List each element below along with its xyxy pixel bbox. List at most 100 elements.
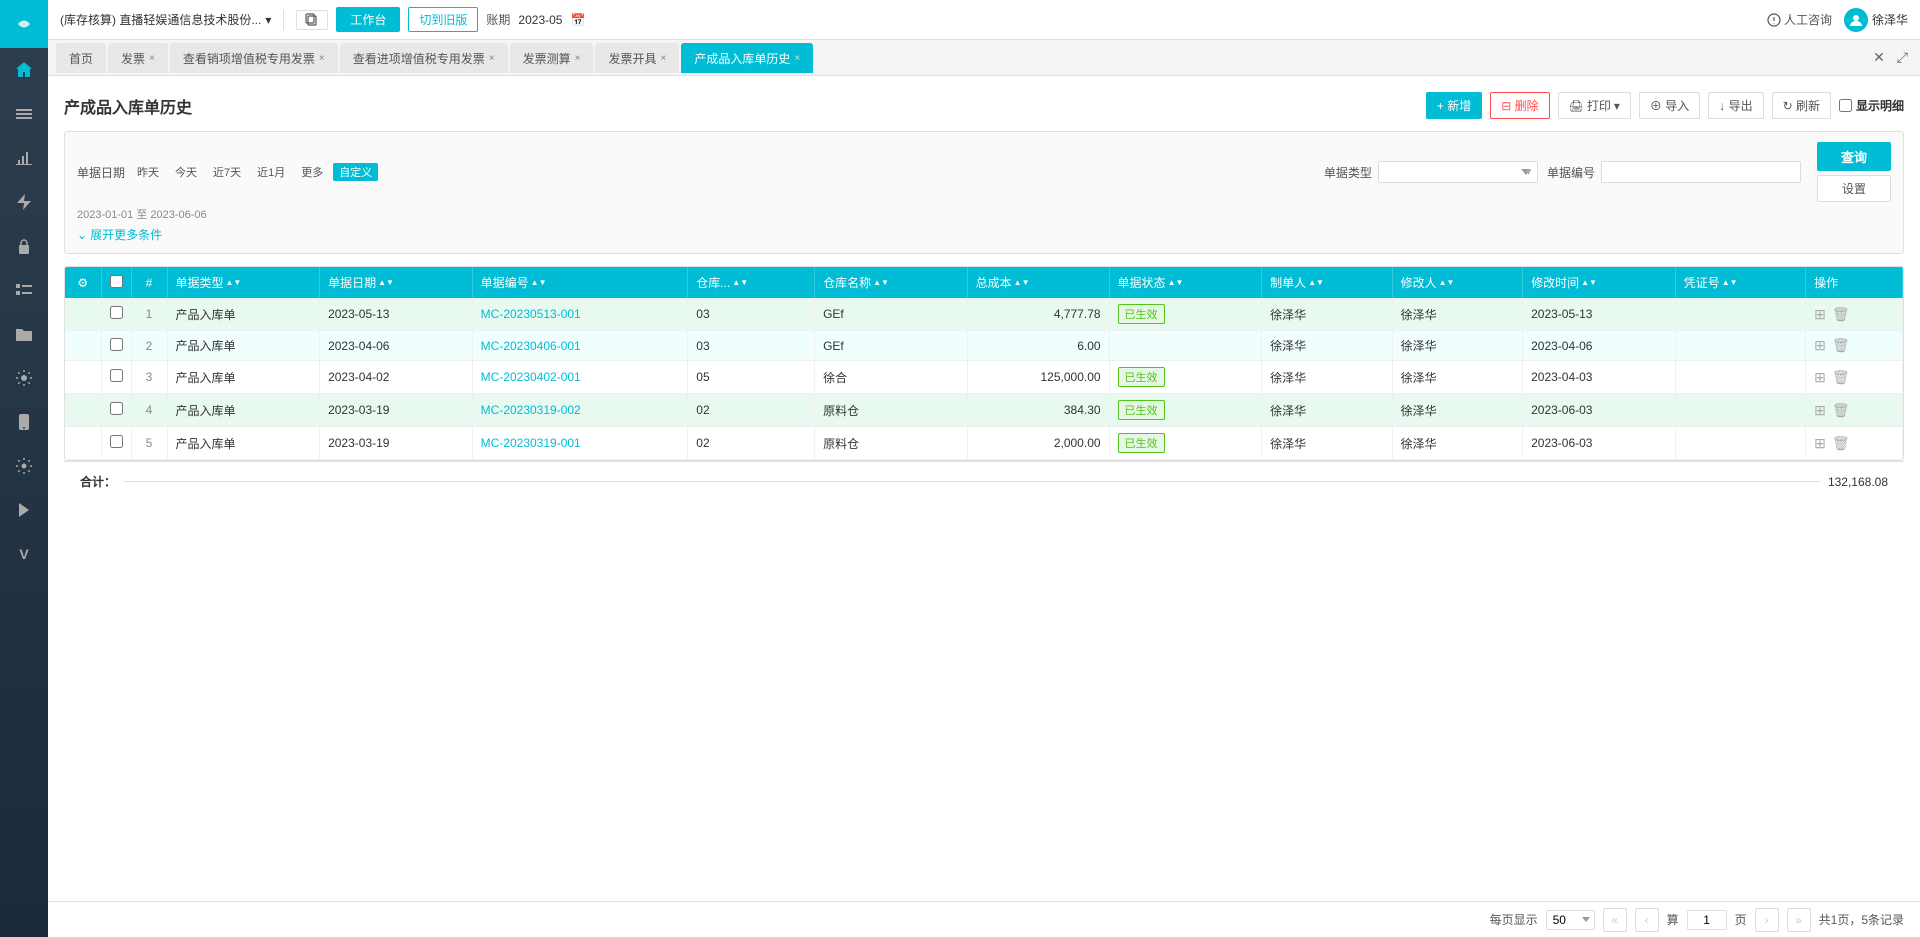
op-edit-icon-0[interactable]: ⊞ — [1814, 306, 1826, 323]
shortcut-custom[interactable]: 自定义 — [333, 163, 378, 181]
sidebar-item-tool[interactable] — [0, 356, 48, 400]
new-button[interactable]: + 新增 — [1426, 92, 1482, 119]
company-selector[interactable]: (库存核算) 直播轻娱通信息技术股份... ▾ — [60, 11, 271, 28]
op-edit-icon-3[interactable]: ⊞ — [1814, 402, 1826, 419]
cell-checkbox-1[interactable] — [101, 331, 131, 361]
cell-checkbox-2[interactable] — [101, 361, 131, 394]
import-button[interactable]: ⊕ 导入 — [1639, 92, 1700, 119]
next-page-button[interactable]: › — [1755, 908, 1779, 932]
cell-checkbox-3[interactable] — [101, 394, 131, 427]
row-checkbox-4[interactable] — [110, 435, 123, 448]
workbench-button[interactable]: 工作台 — [336, 7, 400, 32]
sidebar-item-mobile[interactable] — [0, 400, 48, 444]
calendar-icon[interactable]: 📅 — [570, 13, 585, 27]
query-button[interactable]: 查询 — [1817, 142, 1891, 171]
first-page-button[interactable]: « — [1603, 908, 1627, 932]
tab-invoice-open-close[interactable]: × — [660, 53, 666, 64]
op-delete-icon-2[interactable]: 🗑 — [1832, 369, 1850, 386]
service-button[interactable]: 人工咨询 — [1767, 11, 1832, 28]
col-modify-time[interactable]: 修改时间 ▲▼ — [1523, 267, 1676, 298]
number-link-2[interactable]: MC-20230402-001 — [481, 370, 581, 384]
sidebar-item-v[interactable]: V — [0, 532, 48, 576]
filter-type-select[interactable]: 产品入库单 — [1378, 161, 1538, 183]
page-size-select[interactable]: 20 50 100 — [1546, 910, 1595, 930]
tab-invoice-close[interactable]: × — [149, 53, 155, 64]
sidebar-item-chart[interactable] — [0, 136, 48, 180]
sidebar-item-menu[interactable] — [0, 92, 48, 136]
expand-filter-button[interactable]: ⌄ 展开更多条件 — [77, 226, 1891, 243]
tab-sales-vat-close[interactable]: × — [319, 53, 325, 64]
cell-number-2[interactable]: MC-20230402-001 — [472, 361, 688, 394]
last-page-button[interactable]: » — [1787, 908, 1811, 932]
sidebar-item-quick[interactable] — [0, 180, 48, 224]
tab-product-history[interactable]: 产成品入库单历史 × — [681, 43, 813, 73]
cell-checkbox-0[interactable] — [101, 298, 131, 331]
col-modifier[interactable]: 修改人 ▲▼ — [1392, 267, 1522, 298]
show-detail-checkbox-label[interactable]: 显示明细 — [1839, 97, 1904, 114]
set-button[interactable]: 设置 — [1817, 175, 1891, 202]
print-button[interactable]: 🖨 打印 ▾ — [1558, 92, 1631, 119]
sidebar-item-settings[interactable] — [0, 444, 48, 488]
tab-invoice[interactable]: 发票 × — [108, 43, 168, 73]
shortcut-7days[interactable]: 近7天 — [207, 163, 247, 181]
shortcut-more[interactable]: 更多 — [295, 163, 329, 181]
sidebar-item-home[interactable] — [0, 48, 48, 92]
prev-page-button[interactable]: ‹ — [1635, 908, 1659, 932]
col-settings[interactable]: ⚙ — [65, 267, 101, 298]
col-total-cost[interactable]: 总成本 ▲▼ — [967, 267, 1109, 298]
user-menu[interactable]: 徐泽华 — [1844, 8, 1908, 32]
row-checkbox-0[interactable] — [110, 306, 123, 319]
shortcut-today[interactable]: 今天 — [169, 163, 203, 181]
op-delete-icon-0[interactable]: 🗑 — [1832, 306, 1850, 323]
col-type[interactable]: 单据类型 ▲▼ — [167, 267, 320, 298]
number-link-1[interactable]: MC-20230406-001 — [481, 339, 581, 353]
col-voucher[interactable]: 凭证号 ▲▼ — [1675, 267, 1805, 298]
sidebar-item-lock[interactable] — [0, 224, 48, 268]
close-all-tabs-button[interactable]: ✕ — [1869, 47, 1889, 68]
cell-number-3[interactable]: MC-20230319-002 — [472, 394, 688, 427]
tab-product-history-close[interactable]: × — [794, 53, 800, 64]
row-checkbox-2[interactable] — [110, 369, 123, 382]
switch-version-button[interactable]: 切到旧版 — [408, 7, 478, 32]
number-link-4[interactable]: MC-20230319-001 — [481, 436, 581, 450]
op-delete-icon-1[interactable]: 🗑 — [1832, 337, 1850, 354]
tab-sales-vat[interactable]: 查看销项增值税专用发票 × — [170, 43, 338, 73]
cell-number-4[interactable]: MC-20230319-001 — [472, 427, 688, 460]
col-status[interactable]: 单据状态 ▲▼ — [1109, 267, 1262, 298]
refresh-button[interactable]: ↻ 刷新 — [1772, 92, 1831, 119]
op-edit-icon-1[interactable]: ⊞ — [1814, 337, 1826, 354]
col-creator[interactable]: 制单人 ▲▼ — [1262, 267, 1392, 298]
copy-button[interactable] — [296, 10, 328, 30]
row-checkbox-1[interactable] — [110, 338, 123, 351]
row-checkbox-3[interactable] — [110, 402, 123, 415]
number-link-0[interactable]: MC-20230513-001 — [481, 307, 581, 321]
delete-button[interactable]: ⊟ 删除 — [1490, 92, 1549, 119]
op-edit-icon-4[interactable]: ⊞ — [1814, 435, 1826, 452]
settings-icon[interactable]: ⚙ — [77, 276, 88, 290]
col-warehouse-code[interactable]: 仓库... ▲▼ — [688, 267, 815, 298]
col-number[interactable]: 单据编号 ▲▼ — [472, 267, 688, 298]
col-date[interactable]: 单据日期 ▲▼ — [320, 267, 473, 298]
op-edit-icon-2[interactable]: ⊞ — [1814, 369, 1826, 386]
tab-purchase-vat[interactable]: 查看进项增值税专用发票 × — [340, 43, 508, 73]
cell-checkbox-4[interactable] — [101, 427, 131, 460]
tab-purchase-vat-close[interactable]: × — [489, 53, 495, 64]
tab-invoice-open[interactable]: 发票开具 × — [595, 43, 679, 73]
col-warehouse-name[interactable]: 仓库名称 ▲▼ — [815, 267, 968, 298]
expand-window-button[interactable]: ⤢ — [1893, 47, 1912, 68]
sidebar-item-folder[interactable] — [0, 312, 48, 356]
number-link-3[interactable]: MC-20230319-002 — [481, 403, 581, 417]
show-detail-checkbox[interactable] — [1839, 99, 1852, 112]
shortcut-1month[interactable]: 近1月 — [251, 163, 291, 181]
page-number-input[interactable] — [1687, 910, 1727, 930]
op-delete-icon-4[interactable]: 🗑 — [1832, 435, 1850, 452]
select-all-checkbox[interactable] — [110, 275, 123, 288]
tab-invoice-calc[interactable]: 发票测算 × — [510, 43, 594, 73]
sidebar-item-play[interactable] — [0, 488, 48, 532]
tab-invoice-calc-close[interactable]: × — [575, 53, 581, 64]
op-delete-icon-3[interactable]: 🗑 — [1832, 402, 1850, 419]
sidebar-item-list[interactable] — [0, 268, 48, 312]
export-button[interactable]: ↓ 导出 — [1708, 92, 1763, 119]
filter-number-input[interactable] — [1601, 161, 1801, 183]
cell-number-1[interactable]: MC-20230406-001 — [472, 331, 688, 361]
